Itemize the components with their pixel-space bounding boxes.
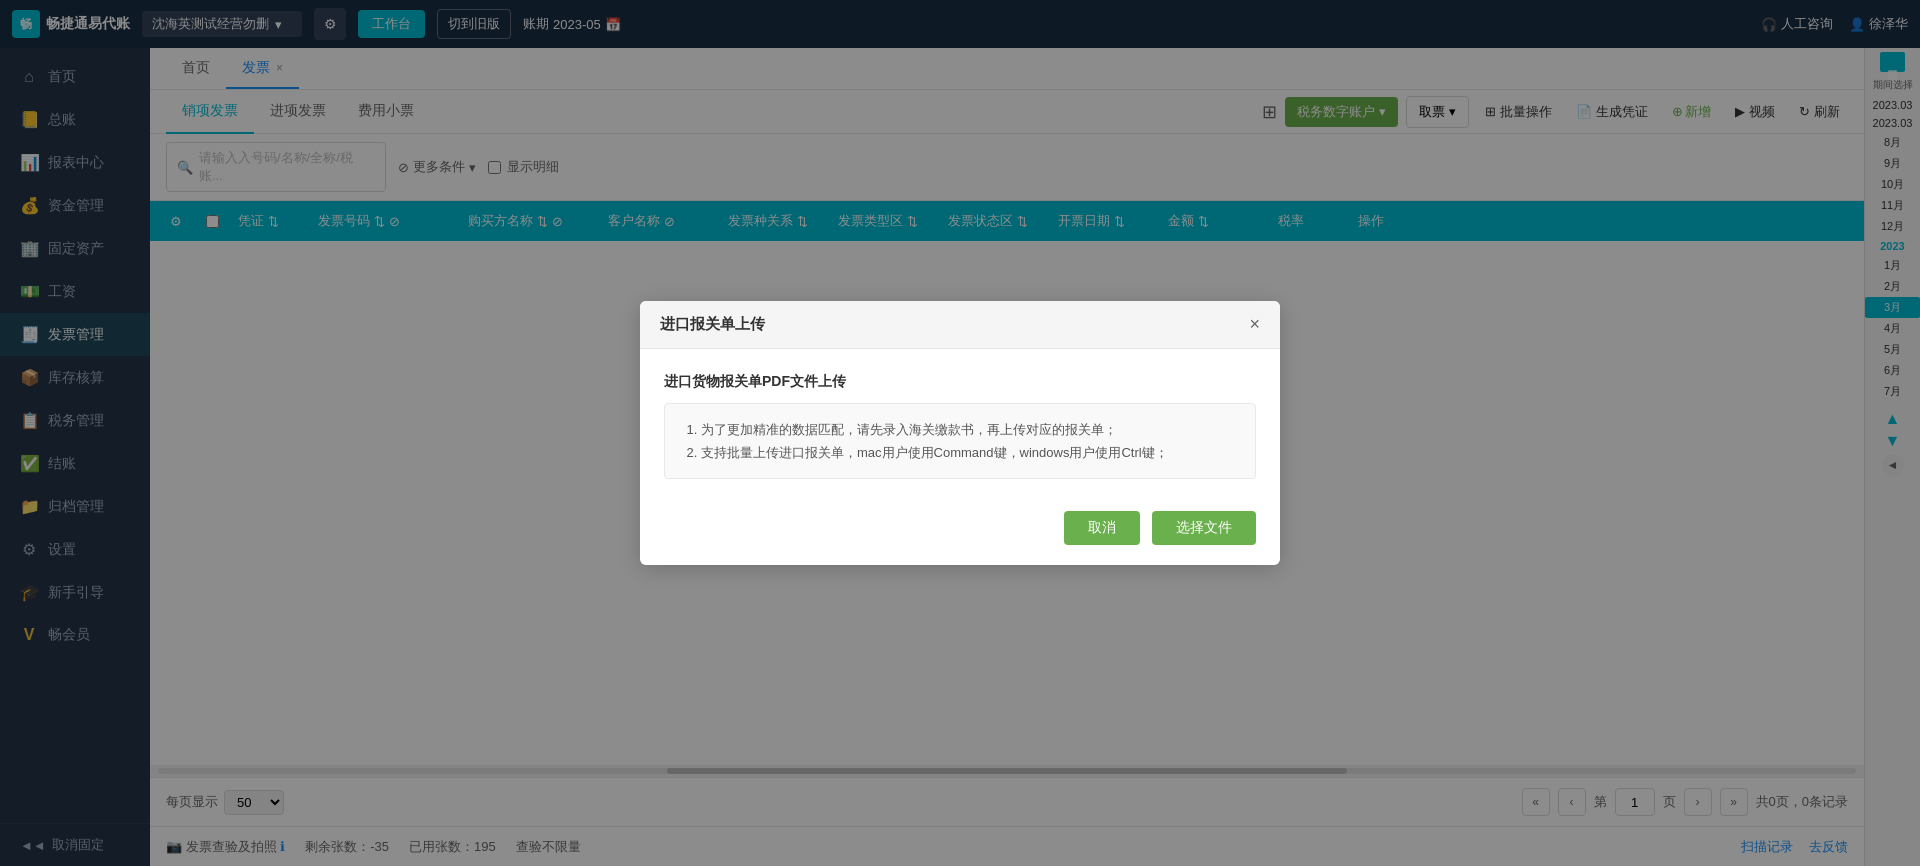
- modal-cancel-button[interactable]: 取消: [1064, 511, 1140, 545]
- import-customs-modal: 进口报关单上传 × 进口货物报关单PDF文件上传 为了更加精准的数据匹配，请先录…: [640, 301, 1280, 566]
- modal-header: 进口报关单上传 ×: [640, 301, 1280, 349]
- modal-footer: 取消 选择文件: [640, 495, 1280, 565]
- modal-info-item-1: 为了更加精准的数据匹配，请先录入海关缴款书，再上传对应的报关单；: [701, 418, 1239, 441]
- modal-overlay[interactable]: 进口报关单上传 × 进口货物报关单PDF文件上传 为了更加精准的数据匹配，请先录…: [0, 0, 1920, 866]
- modal-body: 进口货物报关单PDF文件上传 为了更加精准的数据匹配，请先录入海关缴款书，再上传…: [640, 349, 1280, 496]
- modal-info-box: 为了更加精准的数据匹配，请先录入海关缴款书，再上传对应的报关单； 支持批量上传进…: [664, 403, 1256, 480]
- modal-select-file-button[interactable]: 选择文件: [1152, 511, 1256, 545]
- modal-section-title: 进口货物报关单PDF文件上传: [664, 373, 1256, 391]
- modal-info-item-2: 支持批量上传进口报关单，mac用户使用Command键，windows用户使用C…: [701, 441, 1239, 464]
- modal-close-button[interactable]: ×: [1249, 315, 1260, 333]
- modal-title: 进口报关单上传: [660, 315, 765, 334]
